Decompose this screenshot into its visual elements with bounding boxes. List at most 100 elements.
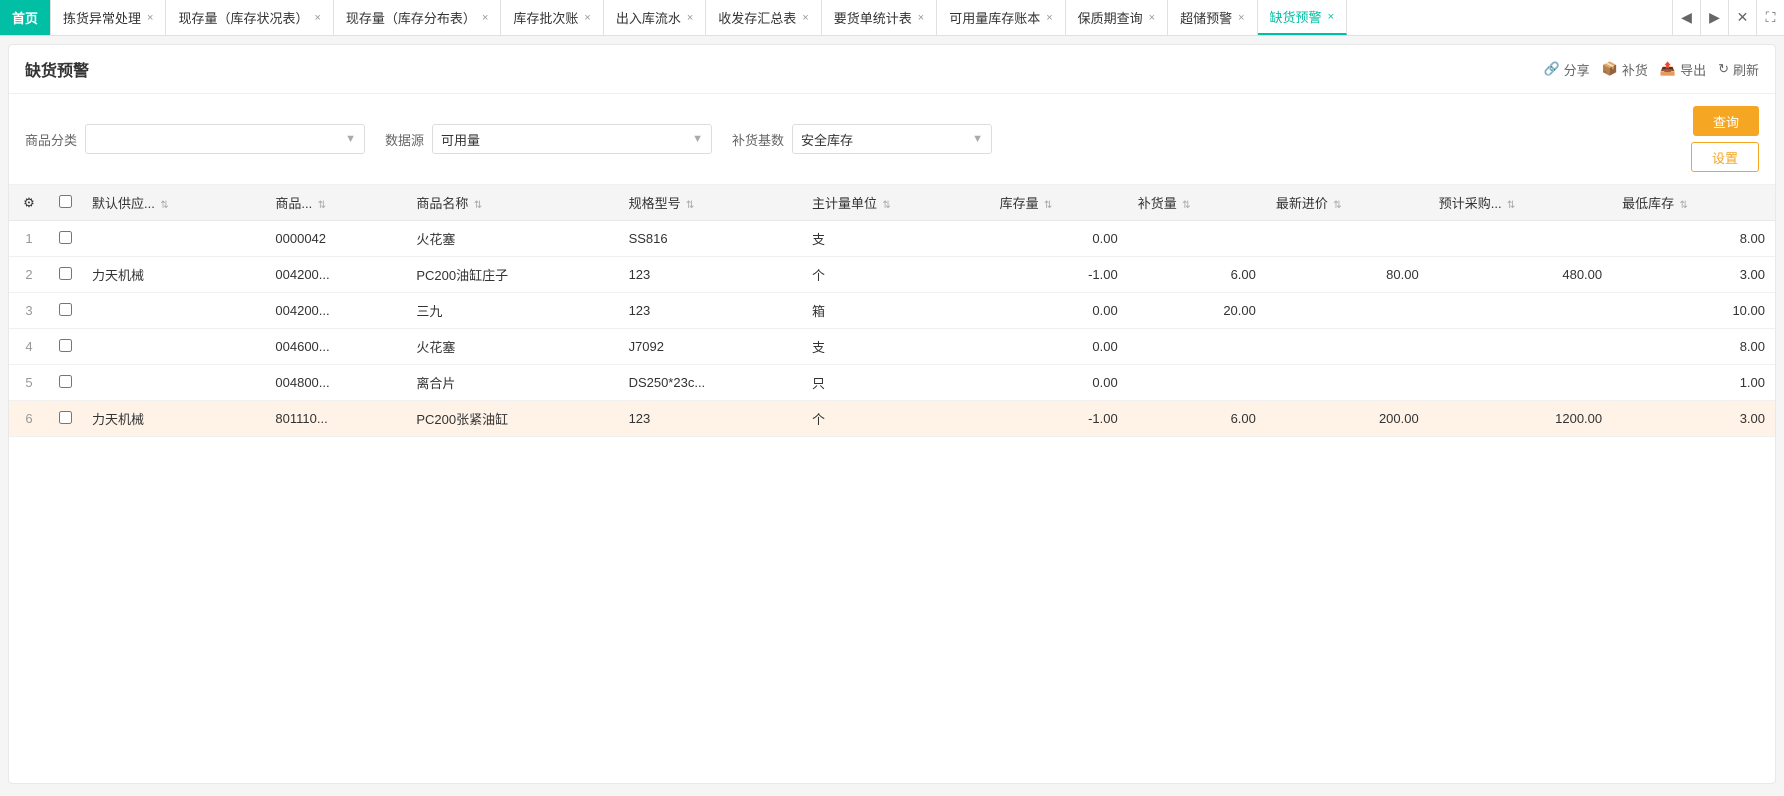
name-sort-icon: ⇅: [474, 200, 482, 211]
row-stock-1: -1.00: [990, 257, 1128, 293]
table-row: 1 0000042 火花塞 SS816 支 0.00 8.00: [9, 221, 1775, 257]
table-row: 6 力天机械 801110... PC200张紧油缸 123 个 -1.00 6…: [9, 401, 1775, 437]
col-code[interactable]: 商品... ⇅: [265, 185, 406, 221]
row-settings-2: 3: [9, 293, 49, 329]
row-select-3[interactable]: [59, 339, 72, 352]
row-select-2[interactable]: [59, 303, 72, 316]
col-name[interactable]: 商品名称 ⇅: [406, 185, 618, 221]
col-latest-price[interactable]: 最新进价 ⇅: [1266, 185, 1429, 221]
col-replenish[interactable]: 补货量 ⇅: [1128, 185, 1266, 221]
col-checkbox: [49, 185, 82, 221]
row-settings-4: 5: [9, 365, 49, 401]
gear-icon[interactable]: ⚙: [23, 195, 35, 210]
table-wrapper: ⚙ 默认供应... ⇅ 商品... ⇅ 商品名称 ⇅: [9, 185, 1775, 437]
category-select[interactable]: ▼: [85, 124, 365, 154]
tab-8[interactable]: 可用量库存账本 ×: [937, 0, 1065, 35]
row-stock-0: 0.00: [990, 221, 1128, 257]
tab-next-button[interactable]: ▶: [1700, 0, 1728, 36]
replenish-button[interactable]: 📦 补货: [1602, 60, 1648, 79]
row-stock-3: 0.00: [990, 329, 1128, 365]
row-unit-2: 箱: [802, 293, 990, 329]
row-min-stock-5: 3.00: [1612, 401, 1775, 437]
row-checkbox-0[interactable]: [49, 221, 82, 257]
row-supplier-1: 力天机械: [82, 257, 265, 293]
row-latest-price-3: [1266, 329, 1429, 365]
row-select-5[interactable]: [59, 411, 72, 424]
close-tab-1[interactable]: ×: [147, 12, 153, 24]
row-replenish-3: [1128, 329, 1266, 365]
close-tab-10[interactable]: ×: [1238, 12, 1244, 24]
row-checkbox-2[interactable]: [49, 293, 82, 329]
tab-1[interactable]: 拣货异常处理 ×: [51, 0, 166, 35]
close-tab-5[interactable]: ×: [687, 12, 693, 24]
datasource-select-wrapper: 可用量 ▼: [432, 124, 712, 154]
row-latest-price-1: 80.00: [1266, 257, 1429, 293]
row-code-1: 004200...: [265, 257, 406, 293]
close-tab-11[interactable]: ×: [1328, 11, 1334, 23]
export-icon: 📤: [1660, 61, 1676, 77]
row-checkbox-4[interactable]: [49, 365, 82, 401]
row-est-purchase-0: [1429, 221, 1612, 257]
datasource-select[interactable]: 可用量 ▼: [432, 124, 712, 154]
tab-prev-button[interactable]: ◀: [1672, 0, 1700, 36]
tab-expand-button[interactable]: ⛶: [1756, 0, 1784, 36]
row-replenish-4: [1128, 365, 1266, 401]
close-tab-6[interactable]: ×: [802, 12, 808, 24]
close-tab-3[interactable]: ×: [482, 12, 488, 24]
row-code-2: 004200...: [265, 293, 406, 329]
share-button[interactable]: 🔗 分享: [1543, 60, 1589, 79]
close-tab-7[interactable]: ×: [918, 12, 924, 24]
col-settings[interactable]: ⚙: [9, 185, 49, 221]
query-button[interactable]: 查询: [1693, 106, 1759, 136]
tab-9[interactable]: 保质期查询 ×: [1066, 0, 1168, 35]
tab-3[interactable]: 现存量（库存分布表） ×: [334, 0, 501, 35]
row-spec-4: DS250*23c...: [619, 365, 802, 401]
close-tab-4[interactable]: ×: [584, 12, 590, 24]
row-name-5: PC200张紧油缸: [406, 401, 618, 437]
tab-10[interactable]: 超储预警 ×: [1168, 0, 1257, 35]
row-stock-4: 0.00: [990, 365, 1128, 401]
close-tab-2[interactable]: ×: [314, 12, 320, 24]
replenish-select-wrapper: 安全库存 ▼: [792, 124, 992, 154]
close-tab-9[interactable]: ×: [1149, 12, 1155, 24]
row-select-1[interactable]: [59, 267, 72, 280]
col-supplier[interactable]: 默认供应... ⇅: [82, 185, 265, 221]
table-row: 2 力天机械 004200... PC200油缸庄子 123 个 -1.00 6…: [9, 257, 1775, 293]
export-button[interactable]: 📤 导出: [1660, 60, 1706, 79]
setting-button[interactable]: 设置: [1691, 142, 1759, 172]
tab-4[interactable]: 库存批次账 ×: [501, 0, 603, 35]
refresh-button[interactable]: ↻ 刷新: [1718, 60, 1759, 79]
tab-6[interactable]: 收发存汇总表 ×: [706, 0, 821, 35]
row-code-0: 0000042: [265, 221, 406, 257]
row-checkbox-5[interactable]: [49, 401, 82, 437]
supplier-sort-icon: ⇅: [160, 200, 168, 211]
category-dropdown-icon: ▼: [345, 133, 356, 145]
row-select-4[interactable]: [59, 375, 72, 388]
row-min-stock-1: 3.00: [1612, 257, 1775, 293]
select-all-checkbox[interactable]: [59, 195, 72, 208]
col-spec[interactable]: 规格型号 ⇅: [619, 185, 802, 221]
tab-close-button[interactable]: ✕: [1728, 0, 1756, 36]
col-min-stock[interactable]: 最低库存 ⇅: [1612, 185, 1775, 221]
row-latest-price-4: [1266, 365, 1429, 401]
tab-home[interactable]: 首页: [0, 0, 51, 35]
row-select-0[interactable]: [59, 231, 72, 244]
close-tab-8[interactable]: ×: [1046, 12, 1052, 24]
tab-5[interactable]: 出入库流水 ×: [604, 0, 706, 35]
tab-7[interactable]: 要货单统计表 ×: [822, 0, 937, 35]
col-est-purchase[interactable]: 预计采购... ⇅: [1429, 185, 1612, 221]
tab-2[interactable]: 现存量（库存状况表） ×: [166, 0, 333, 35]
row-checkbox-1[interactable]: [49, 257, 82, 293]
replenish-select[interactable]: 安全库存 ▼: [792, 124, 992, 154]
row-settings-0: 1: [9, 221, 49, 257]
row-checkbox-3[interactable]: [49, 329, 82, 365]
tab-nav-buttons: ◀ ▶ ✕ ⛶: [1672, 0, 1784, 36]
row-replenish-2: 20.00: [1128, 293, 1266, 329]
row-spec-3: J7092: [619, 329, 802, 365]
tab-active[interactable]: 缺货预警 ×: [1258, 0, 1347, 35]
category-select-wrapper: ▼: [85, 124, 365, 154]
est-purchase-sort-icon: ⇅: [1507, 200, 1515, 211]
col-stock[interactable]: 库存量 ⇅: [990, 185, 1128, 221]
col-unit[interactable]: 主计量单位 ⇅: [802, 185, 990, 221]
page-title: 缺货预警: [25, 57, 89, 81]
